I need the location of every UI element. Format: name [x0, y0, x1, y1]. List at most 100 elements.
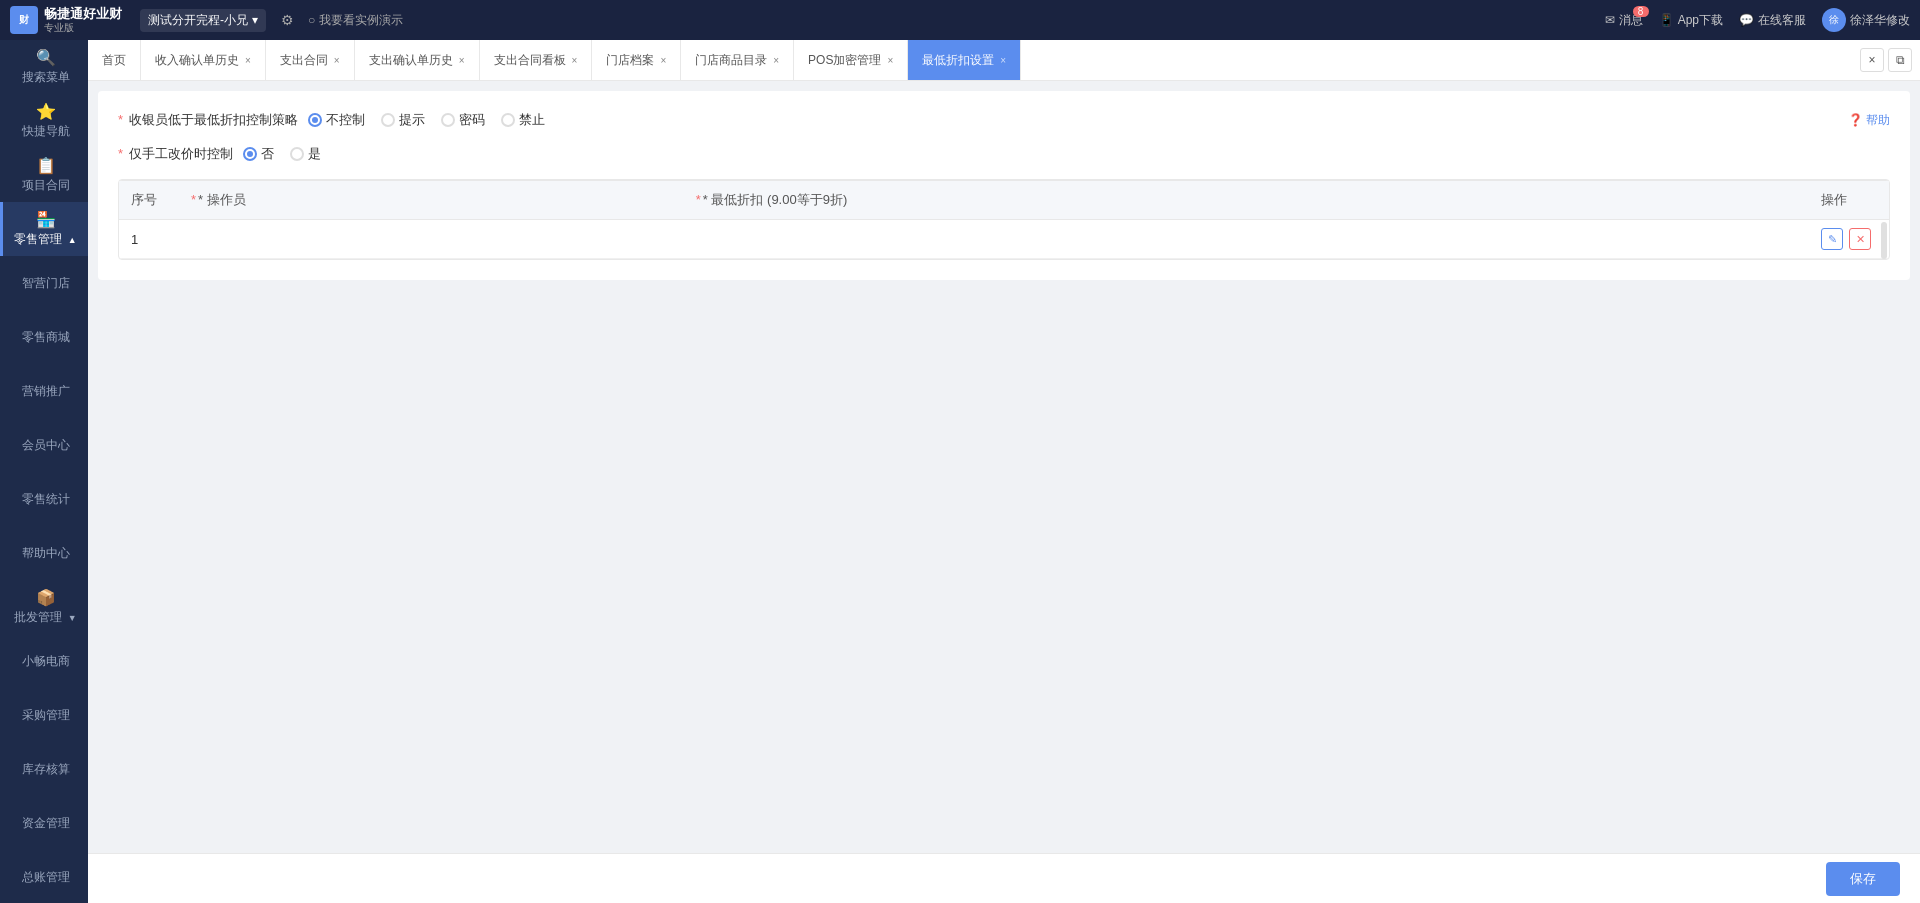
logo-icon: 财 — [10, 6, 38, 34]
tab-payment-confirm-history[interactable]: 支出确认单历史 × — [355, 40, 480, 80]
manual-price-no[interactable]: 否 — [243, 145, 274, 163]
tab-min-discount[interactable]: 最低折扣设置 × — [908, 40, 1021, 80]
sidebar-item-search[interactable]: 🔍 搜索菜单 — [0, 40, 88, 94]
cashier-policy-forbid[interactable]: 禁止 — [501, 111, 545, 129]
top-header: 财 畅捷通好业财 专业版 测试分开完程-小兄 ▾ ⚙ ○ 我要看实例演示 ✉ 消… — [0, 0, 1920, 40]
delete-row-button[interactable]: ✕ — [1849, 228, 1871, 250]
sidebar-item-label: 搜索菜单 — [22, 69, 70, 86]
sidebar-item-ledger[interactable]: 总账管理 — [0, 850, 88, 903]
tab-home[interactable]: 首页 — [88, 40, 141, 80]
bottom-bar: 保存 — [88, 853, 1920, 903]
sidebar-item-wholesale[interactable]: 📦 批发管理 ▼ — [0, 580, 88, 634]
tab-bar: 首页 收入确认单历史 × 支出合同 × 支出确认单历史 × 支出合同看板 × 门… — [88, 40, 1920, 81]
tab-income-history[interactable]: 收入确认单历史 × — [141, 40, 266, 80]
radio-indicator — [441, 113, 455, 127]
sidebar-item-label: 批发管理 ▼ — [14, 609, 76, 626]
table-scrollbar — [1881, 220, 1887, 259]
tab-close-icon[interactable]: × — [245, 55, 251, 66]
sidebar-item-member[interactable]: 会员中心 — [0, 418, 88, 472]
manual-price-radio-group: 否 是 — [243, 145, 321, 163]
manual-price-row: * 仅手工改价时控制 否 是 — [118, 145, 1890, 163]
sidebar-item-label: 零售商城 — [22, 329, 70, 346]
sidebar-item-inventory[interactable]: 库存核算 — [0, 742, 88, 796]
cashier-policy-password[interactable]: 密码 — [441, 111, 485, 129]
sidebar-item-label: 营销推广 — [22, 383, 70, 400]
header-left: 财 畅捷通好业财 专业版 测试分开完程-小兄 ▾ ⚙ ○ 我要看实例演示 — [10, 6, 403, 34]
tab-payment-contract-board[interactable]: 支出合同看板 × — [480, 40, 593, 80]
star-icon: ⭐ — [36, 102, 56, 121]
content-area: 首页 收入确认单历史 × 支出合同 × 支出确认单历史 × 支出合同看板 × 门… — [88, 40, 1920, 903]
sidebar-item-label: 零售统计 — [22, 491, 70, 508]
sidebar-item-label: 会员中心 — [22, 437, 70, 454]
tab-close-icon[interactable]: × — [660, 55, 666, 66]
radio-indicator — [381, 113, 395, 127]
radio-indicator — [290, 147, 304, 161]
sidebar-item-label: 项目合同 — [22, 177, 70, 194]
tab-store-file[interactable]: 门店档案 × — [592, 40, 681, 80]
message-icon: ✉ — [1605, 13, 1615, 27]
sidebar-item-label: 小畅电商 — [22, 653, 70, 670]
cell-operator — [179, 220, 684, 259]
demo-link[interactable]: ○ 我要看实例演示 — [308, 12, 403, 29]
save-button[interactable]: 保存 — [1826, 862, 1900, 896]
tab-close-icon[interactable]: × — [887, 55, 893, 66]
sidebar-item-label: 帮助中心 — [22, 545, 70, 562]
sidebar-item-help[interactable]: 帮助中心 — [0, 526, 88, 580]
sidebar-item-retail-mall[interactable]: 零售商城 — [0, 310, 88, 364]
tab-close-icon[interactable]: × — [459, 55, 465, 66]
sidebar-item-retail-stats[interactable]: 零售统计 — [0, 472, 88, 526]
sidebar-item-purchase[interactable]: 采购管理 — [0, 688, 88, 742]
cashier-policy-no-control[interactable]: 不控制 — [308, 111, 365, 129]
tab-close-icon[interactable]: × — [773, 55, 779, 66]
tab-close-all-button[interactable]: × — [1860, 48, 1884, 72]
header-settings-button[interactable]: ⚙ — [274, 7, 300, 33]
sidebar-item-label: 总账管理 — [22, 869, 70, 886]
tab-bar-actions: × ⧉ — [1852, 48, 1920, 72]
tab-close-icon[interactable]: × — [1000, 55, 1006, 66]
tab-store-product[interactable]: 门店商品目录 × — [681, 40, 794, 80]
tab-expand-button[interactable]: ⧉ — [1888, 48, 1912, 72]
chevron-down-icon: ▾ — [252, 13, 258, 27]
sidebar-item-retail[interactable]: 🏪 零售管理 ▲ — [0, 202, 88, 256]
edit-row-button[interactable]: ✎ — [1821, 228, 1843, 250]
manual-price-yes[interactable]: 是 — [290, 145, 321, 163]
radio-indicator — [308, 113, 322, 127]
scrollbar-thumb[interactable] — [1881, 222, 1887, 259]
cashier-policy-radio-group: 不控制 提示 密码 禁止 — [308, 111, 545, 129]
sidebar-item-smart-store[interactable]: 智营门店 — [0, 256, 88, 310]
sidebar-item-label: 采购管理 — [22, 707, 70, 724]
help-link[interactable]: ❓ 帮助 — [1848, 112, 1890, 129]
project-icon: 📋 — [36, 156, 56, 175]
demo-icon: ○ — [308, 13, 315, 27]
cashier-policy-remind[interactable]: 提示 — [381, 111, 425, 129]
tab-close-icon[interactable]: × — [334, 55, 340, 66]
service-icon: 💬 — [1739, 13, 1754, 27]
tab-close-icon[interactable]: × — [572, 55, 578, 66]
tab-pos-password[interactable]: POS加密管理 × — [794, 40, 908, 80]
online-service-button[interactable]: 💬 在线客服 — [1739, 12, 1806, 29]
project-selector[interactable]: 测试分开完程-小兄 ▾ — [140, 9, 266, 32]
cell-min-discount — [684, 220, 1809, 259]
settings-form-card: * 收银员低于最低折扣控制策略 不控制 提示 — [98, 91, 1910, 280]
sidebar-item-capital[interactable]: 资金管理 — [0, 796, 88, 850]
sidebar-item-label: 快捷导航 — [22, 123, 70, 140]
logo-area: 财 畅捷通好业财 专业版 — [10, 6, 122, 34]
cell-seq: 1 — [119, 220, 179, 259]
manual-price-label: * 仅手工改价时控制 — [118, 145, 233, 163]
app-download-button[interactable]: 📱 App下载 — [1659, 12, 1723, 29]
main-layout: 🔍 搜索菜单 ⭐ 快捷导航 📋 项目合同 🏪 零售管理 ▲ 智营门店 零售商城 … — [0, 40, 1920, 903]
sidebar-item-ecommerce[interactable]: 小畅电商 — [0, 634, 88, 688]
sidebar-item-label: 零售管理 ▲ — [14, 231, 76, 248]
col-actions: 操作 — [1809, 181, 1889, 220]
message-button[interactable]: ✉ 消息 8 — [1605, 12, 1643, 29]
discount-table: 序号 ** 操作员 ** 最低折扣 (9.00等于9折) 操作 — [119, 180, 1889, 259]
sidebar-item-label: 智营门店 — [22, 275, 70, 292]
user-profile-button[interactable]: 徐 徐泽华修改 — [1822, 8, 1910, 32]
sidebar-item-quicknav[interactable]: ⭐ 快捷导航 — [0, 94, 88, 148]
radio-indicator — [243, 147, 257, 161]
retail-icon: 🏪 — [36, 210, 56, 229]
col-min-discount: ** 最低折扣 (9.00等于9折) — [684, 181, 1809, 220]
tab-payment-contract[interactable]: 支出合同 × — [266, 40, 355, 80]
sidebar-item-marketing[interactable]: 营销推广 — [0, 364, 88, 418]
sidebar-item-project[interactable]: 📋 项目合同 — [0, 148, 88, 202]
